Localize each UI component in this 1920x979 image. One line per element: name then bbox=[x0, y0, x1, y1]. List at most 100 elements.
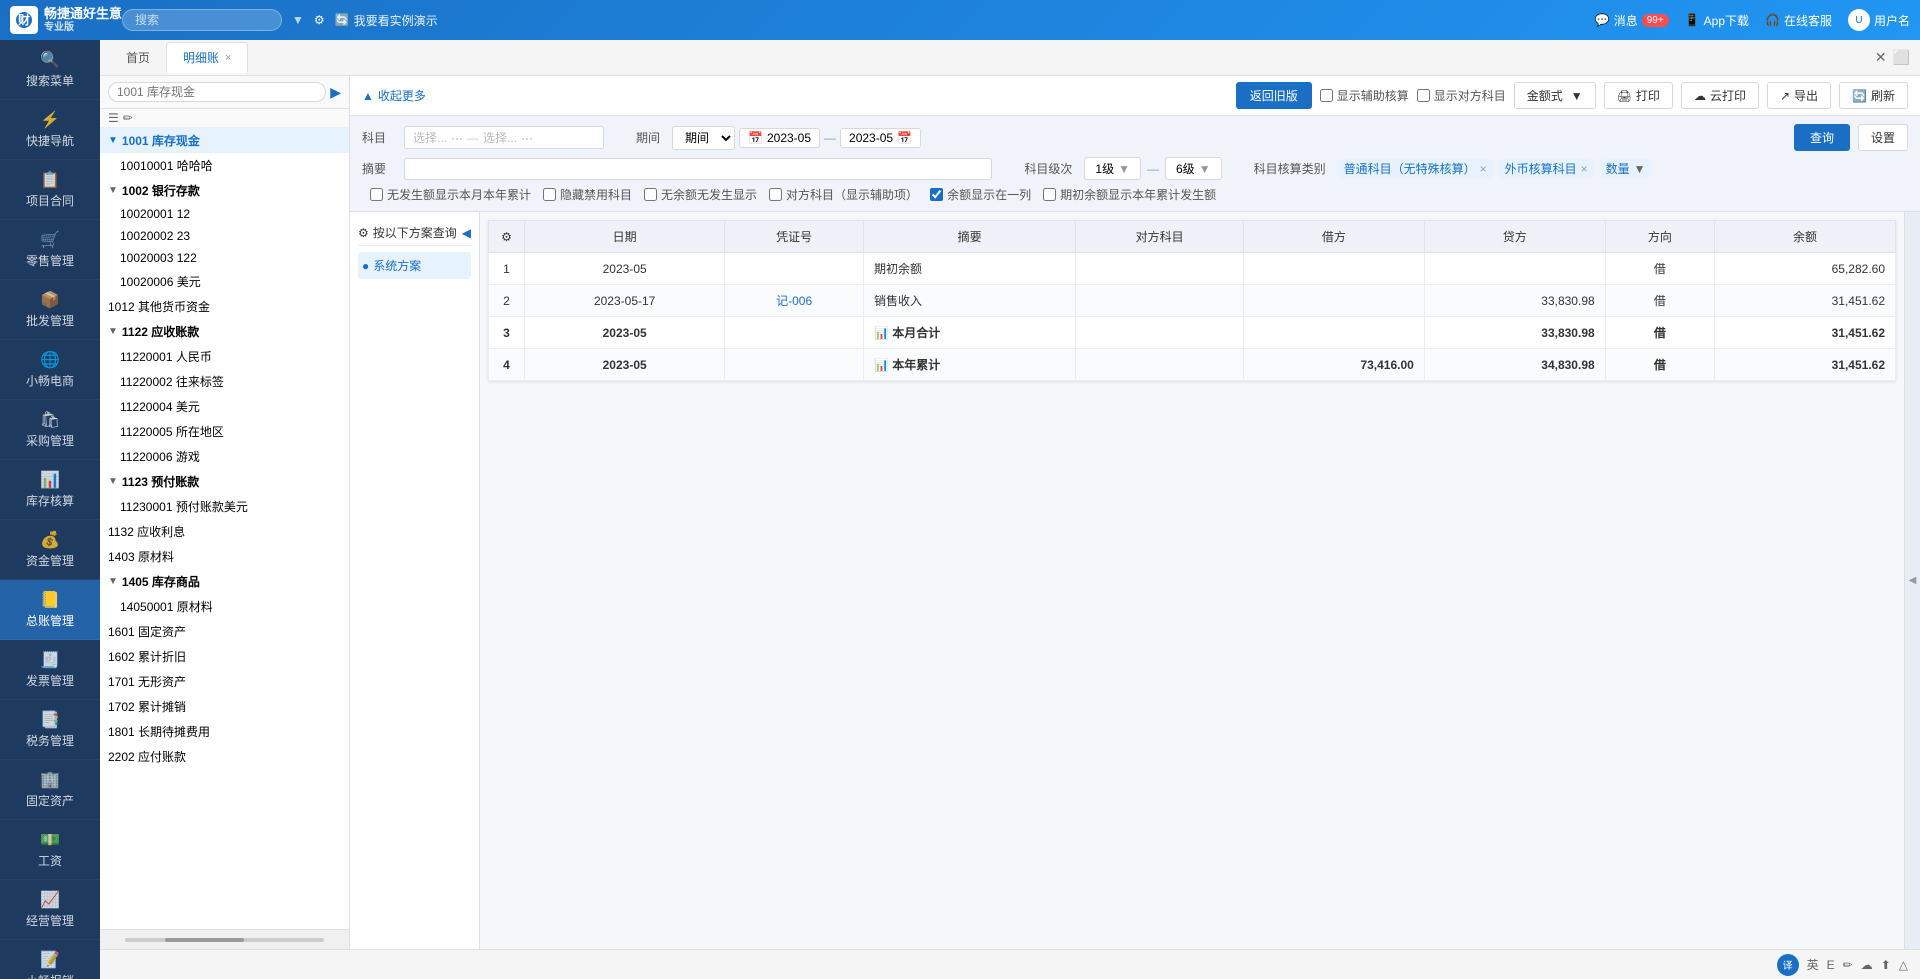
tree-item-1123[interactable]: ▼ 1123 预付账款 bbox=[100, 469, 349, 494]
checkbox-one-col-input[interactable] bbox=[930, 188, 943, 201]
tab-detail[interactable]: 明细账 × bbox=[166, 42, 248, 73]
sidebar-item-ecommerce[interactable]: 🌐 小畅电商 bbox=[0, 340, 100, 400]
sidebar-item-tax[interactable]: 📑 税务管理 bbox=[0, 700, 100, 760]
tab-detail-close[interactable]: × bbox=[225, 52, 231, 64]
global-search-input[interactable] bbox=[122, 9, 282, 31]
checkbox-period-cum-input[interactable] bbox=[1043, 188, 1056, 201]
chevron-right-icon[interactable]: ▶ bbox=[330, 84, 341, 101]
sidebar-item-capital[interactable]: 💰 资金管理 bbox=[0, 520, 100, 580]
col-settings[interactable]: ⚙ bbox=[489, 221, 525, 253]
tree-item-11230001[interactable]: 11230001 预付账款美元 bbox=[100, 494, 349, 519]
sidebar-item-sales[interactable]: 📝 小畅报销 bbox=[0, 940, 100, 979]
account-tree-search[interactable] bbox=[108, 82, 326, 102]
sidebar-item-assets[interactable]: 🏢 固定资产 bbox=[0, 760, 100, 820]
sidebar-item-invoice[interactable]: 🧾 发票管理 bbox=[0, 640, 100, 700]
show-aux-input[interactable] bbox=[1320, 89, 1333, 102]
checkbox-no-balance-input[interactable] bbox=[370, 188, 383, 201]
collapse-icon[interactable]: ◀ bbox=[462, 226, 471, 240]
amount-format-btn[interactable]: 金额式 ▼ bbox=[1514, 82, 1596, 109]
tree-item-14050001[interactable]: 14050001 原材料 bbox=[100, 594, 349, 619]
tree-item-10020006[interactable]: 10020006 美元 bbox=[100, 269, 349, 294]
bottom-triangle-icon[interactable]: △ bbox=[1899, 958, 1908, 972]
sidebar-item-quick[interactable]: ⚡ 快捷导航 bbox=[0, 100, 100, 160]
settings-query-icon[interactable]: ⚙ bbox=[358, 226, 369, 240]
bottom-icon-translate[interactable]: 译 bbox=[1777, 954, 1799, 976]
gear-icon[interactable]: ⚙ bbox=[314, 13, 325, 27]
checkbox-one-col[interactable]: 余额显示在一列 bbox=[930, 186, 1031, 203]
online-service-btn[interactable]: 🎧 在线客服 bbox=[1765, 12, 1832, 29]
voucher-link-2[interactable]: 记-006 bbox=[776, 294, 812, 308]
quantity-tag[interactable]: 数量 ▼ bbox=[1600, 159, 1652, 178]
query-btn[interactable]: 查询 bbox=[1794, 124, 1850, 151]
tree-item-11220001[interactable]: 11220001 人民币 bbox=[100, 344, 349, 369]
tree-item-10020001[interactable]: 10020001 12 bbox=[100, 203, 349, 225]
return-old-btn[interactable]: 返回旧版 bbox=[1236, 82, 1312, 109]
show-contra-checkbox[interactable]: 显示对方科目 bbox=[1417, 87, 1506, 104]
sidebar-item-project[interactable]: 📋 项目合同 bbox=[0, 160, 100, 220]
category-tag-1[interactable]: 普通科目（无特殊核算） × bbox=[1338, 159, 1493, 178]
settings-btn[interactable]: 设置 bbox=[1858, 124, 1908, 151]
app-download-btn[interactable]: 📱 App下载 bbox=[1685, 12, 1749, 29]
tree-item-1601[interactable]: 1601 固定资产 bbox=[100, 619, 349, 644]
tree-scroll[interactable]: ▼ 1001 库存现金 10010001 哈哈哈 ▼ 1002 银行存款 100… bbox=[100, 128, 349, 929]
chevron-down-icon[interactable]: ▼ bbox=[292, 13, 304, 27]
tree-item-1701[interactable]: 1701 无形资产 bbox=[100, 669, 349, 694]
table-area[interactable]: ⚙ 日期 凭证号 摘要 对方科目 借方 贷方 方向 余额 bbox=[480, 212, 1904, 949]
checkbox-no-balance[interactable]: 无发生额显示本月本年累计 bbox=[370, 186, 531, 203]
tab-close-btn[interactable]: ✕ bbox=[1875, 49, 1887, 66]
bottom-edit-icon[interactable]: ✏ bbox=[1843, 958, 1853, 972]
checkbox-period-cum[interactable]: 期初余额显示本年累计发生额 bbox=[1043, 186, 1216, 203]
tab-maximize-btn[interactable]: ⬜ bbox=[1893, 49, 1910, 66]
tree-item-1702[interactable]: 1702 累计摊销 bbox=[100, 694, 349, 719]
tree-item-2202[interactable]: 2202 应付账款 bbox=[100, 744, 349, 769]
summary-input[interactable] bbox=[404, 158, 992, 180]
checkbox-hide-disabled[interactable]: 隐藏禁用科目 bbox=[543, 186, 632, 203]
sidebar-item-inventory[interactable]: 📊 库存核算 bbox=[0, 460, 100, 520]
cloud-print-btn[interactable]: ☁ 云打印 bbox=[1681, 82, 1759, 109]
checkbox-contra[interactable]: 对方科目（显示辅助项） bbox=[769, 186, 918, 203]
user-avatar[interactable]: U 用户名 bbox=[1848, 9, 1910, 31]
tag-close-2[interactable]: × bbox=[1581, 162, 1588, 176]
tree-item-10020003[interactable]: 10020003 122 bbox=[100, 247, 349, 269]
sidebar-item-accounting[interactable]: 📒 总账管理 bbox=[0, 580, 100, 640]
more-options-toggle[interactable]: ▲ 收起更多 bbox=[362, 87, 426, 104]
tree-item-1602[interactable]: 1602 累计折旧 bbox=[100, 644, 349, 669]
refresh-btn[interactable]: 🔄 刷新 bbox=[1839, 82, 1908, 109]
tab-home[interactable]: 首页 bbox=[110, 43, 166, 72]
tree-item-1403[interactable]: 1403 原材料 bbox=[100, 544, 349, 569]
show-aux-checkbox[interactable]: 显示辅助核算 bbox=[1320, 87, 1409, 104]
tree-item-1002[interactable]: ▼ 1002 银行存款 bbox=[100, 178, 349, 203]
tree-item-1122[interactable]: ▼ 1122 应收账款 bbox=[100, 319, 349, 344]
tree-item-11220004[interactable]: 11220004 美元 bbox=[100, 394, 349, 419]
edit-icon[interactable]: ✏ bbox=[123, 111, 133, 125]
sidebar-item-salary[interactable]: 💵 工资 bbox=[0, 820, 100, 880]
print-btn[interactable]: 🖨 打印 bbox=[1604, 82, 1673, 109]
tree-item-11220002[interactable]: 11220002 往来标签 bbox=[100, 369, 349, 394]
bottom-upload-icon[interactable]: ⬆ bbox=[1881, 958, 1891, 972]
checkbox-no-balance2[interactable]: 无余额无发生显示 bbox=[644, 186, 757, 203]
tree-item-10010001[interactable]: 10010001 哈哈哈 bbox=[100, 153, 349, 178]
filter-icon[interactable]: ☰ bbox=[108, 111, 119, 125]
show-contra-input[interactable] bbox=[1417, 89, 1430, 102]
query-option-system[interactable]: ● 系统方案 bbox=[358, 252, 471, 279]
category-tag-2[interactable]: 外币核算科目 × bbox=[1499, 159, 1594, 178]
messages-btn[interactable]: 💬 消息 99+ bbox=[1595, 12, 1669, 29]
sidebar-item-purchase[interactable]: 🛍 采购管理 bbox=[0, 400, 100, 460]
right-collapse-panel[interactable]: ◀ bbox=[1904, 212, 1920, 949]
tree-item-10020002[interactable]: 10020002 23 bbox=[100, 225, 349, 247]
sidebar-item-search[interactable]: 🔍 搜索菜单 bbox=[0, 40, 100, 100]
sidebar-item-operations[interactable]: 📈 经营管理 bbox=[0, 880, 100, 940]
tree-item-11220005[interactable]: 11220005 所在地区 bbox=[100, 419, 349, 444]
checkbox-contra-input[interactable] bbox=[769, 188, 782, 201]
tree-item-1001[interactable]: ▼ 1001 库存现金 bbox=[100, 128, 349, 153]
checkbox-no-balance2-input[interactable] bbox=[644, 188, 657, 201]
checkbox-hide-disabled-input[interactable] bbox=[543, 188, 556, 201]
tree-item-1405[interactable]: ▼ 1405 库存商品 bbox=[100, 569, 349, 594]
tag-close-1[interactable]: × bbox=[1480, 162, 1487, 176]
bottom-cloud-icon[interactable]: ☁ bbox=[1861, 958, 1873, 972]
period-type-select[interactable]: 期间 bbox=[672, 126, 735, 150]
sidebar-item-retail[interactable]: 🛒 零售管理 bbox=[0, 220, 100, 280]
tree-item-1801[interactable]: 1801 长期待摊费用 bbox=[100, 719, 349, 744]
tree-item-11220006[interactable]: 11220006 游戏 bbox=[100, 444, 349, 469]
export-btn[interactable]: ↗ 导出 bbox=[1767, 82, 1831, 109]
